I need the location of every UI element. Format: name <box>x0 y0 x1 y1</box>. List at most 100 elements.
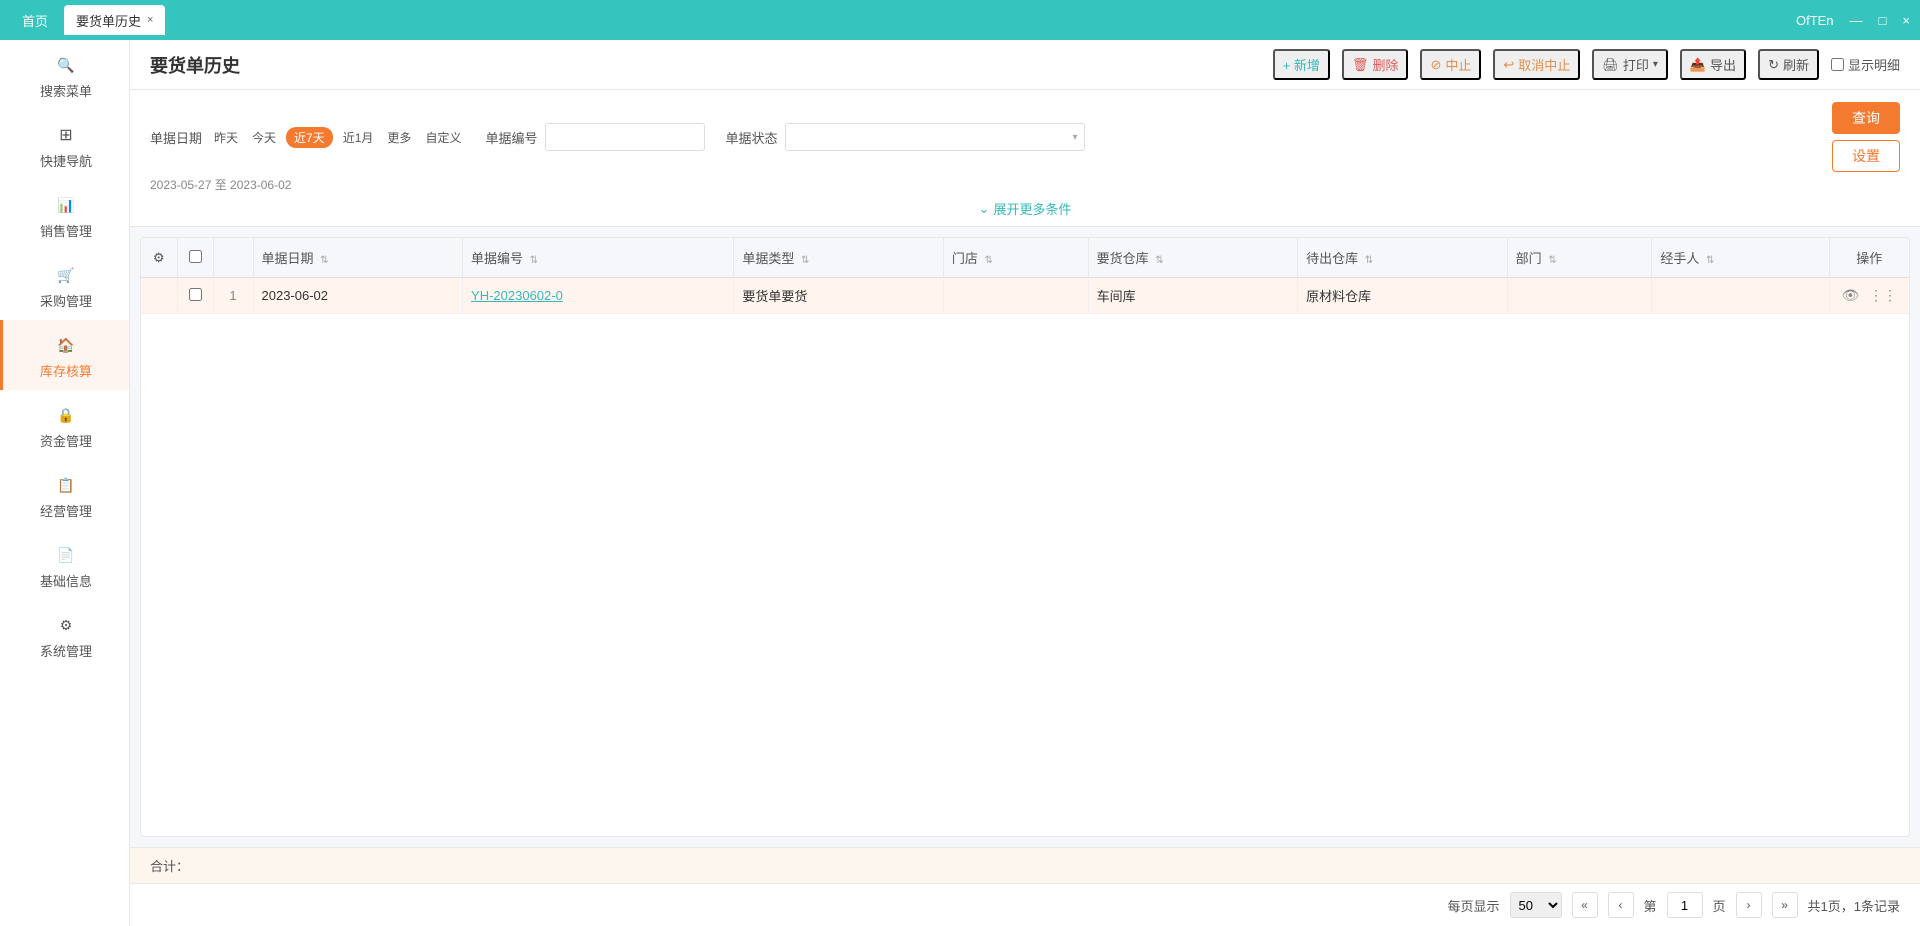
new-button[interactable]: + 新增 <box>1273 49 1330 80</box>
sort-department-icon: ⇅ <box>1548 255 1556 266</box>
shortcut-custom[interactable]: 自定义 <box>421 127 465 148</box>
top-bar: 首页 要货单历史 × OfTEn — □ × <box>0 0 1920 40</box>
stop-button[interactable]: ⊘ 中止 <box>1420 49 1481 80</box>
sort-store-icon: ⇅ <box>985 255 993 266</box>
sum-label: 合计： <box>150 856 189 875</box>
page-suffix: 页 <box>1713 896 1726 915</box>
doc-no-label: 单据编号 <box>485 128 537 147</box>
sidebar-item-basic-label: 基础信息 <box>40 571 92 590</box>
delete-button[interactable]: 🗑 删除 <box>1342 49 1409 80</box>
doc-no-filter-group: 单据编号 <box>485 123 705 151</box>
sidebar-item-system[interactable]: 系统管理 <box>0 600 129 670</box>
table-area: ⚙ 单据日期 ⇅ 单据编号 ⇅ <box>140 237 1910 837</box>
sidebar-item-search-label: 搜索菜单 <box>40 81 92 100</box>
sidebar-item-quick-nav[interactable]: 快捷导航 <box>0 110 129 180</box>
pagination-bar: 每页显示 50 10 20 100 « ‹ 第 页 › » 共1页，1条记录 <box>130 883 1920 926</box>
edit-button[interactable]: ⋮⋮ <box>1869 287 1897 303</box>
date-filter-label: 单据日期 <box>150 128 202 147</box>
window-minimize[interactable]: — <box>1850 13 1863 28</box>
td-handler <box>1652 278 1829 314</box>
tab-requisition-history[interactable]: 要货单历史 × <box>64 5 165 35</box>
filter-row: 单据日期 昨天 今天 近7天 近1月 更多 自定义 单据编号 单据状态 <box>150 102 1900 172</box>
sidebar-item-inventory-label: 库存核算 <box>40 361 92 380</box>
status-label: 单据状态 <box>725 128 777 147</box>
status-chevron-icon: ▾ <box>1072 132 1077 143</box>
th-store-label: 门店 <box>952 251 978 266</box>
doc-no-link[interactable]: YH-20230602-0 <box>471 288 563 303</box>
th-doc-no-label: 单据编号 <box>471 251 523 266</box>
td-checkbox[interactable] <box>177 278 213 314</box>
th-req-warehouse-label: 要货仓库 <box>1097 251 1149 266</box>
shortcut-yesterday[interactable]: 昨天 <box>210 127 242 148</box>
system-icon <box>55 614 77 636</box>
td-num: 1 <box>213 278 253 314</box>
sidebar-item-sales-label: 销售管理 <box>40 221 92 240</box>
th-num <box>213 238 253 278</box>
select-all-checkbox[interactable] <box>189 250 202 263</box>
shortcut-1month[interactable]: 近1月 <box>339 127 378 148</box>
show-detail-checkbox[interactable] <box>1831 58 1844 71</box>
expand-more-button[interactable]: ⌄ 展开更多条件 <box>150 199 1900 218</box>
last-page-button[interactable]: » <box>1772 892 1798 918</box>
sidebar-item-quick-nav-label: 快捷导航 <box>40 151 92 170</box>
window-close[interactable]: × <box>1902 13 1910 28</box>
th-store[interactable]: 门店 ⇅ <box>943 238 1088 278</box>
sidebar-item-purchase[interactable]: 采购管理 <box>0 250 129 320</box>
th-doc-type[interactable]: 单据类型 ⇅ <box>734 238 944 278</box>
sidebar-item-search[interactable]: 搜索菜单 <box>0 40 129 110</box>
th-doc-no[interactable]: 单据编号 ⇅ <box>463 238 734 278</box>
tab-home[interactable]: 首页 <box>10 5 60 35</box>
tab-close-icon[interactable]: × <box>147 14 153 26</box>
status-filter-group: 单据状态 ▾ <box>725 123 1085 151</box>
status-input[interactable] <box>785 123 1085 151</box>
th-department[interactable]: 部门 ⇅ <box>1507 238 1652 278</box>
per-page-select[interactable]: 50 10 20 100 <box>1510 892 1562 918</box>
page-input[interactable] <box>1667 892 1703 918</box>
th-req-warehouse[interactable]: 要货仓库 ⇅ <box>1088 238 1298 278</box>
first-page-button[interactable]: « <box>1572 892 1598 918</box>
th-date[interactable]: 单据日期 ⇅ <box>253 238 463 278</box>
sidebar-item-inventory[interactable]: 库存核算 <box>0 320 129 390</box>
td-wait-warehouse: 原材料仓库 <box>1298 278 1508 314</box>
window-maximize[interactable]: □ <box>1879 13 1887 28</box>
stop-icon: ⊘ <box>1430 57 1441 73</box>
query-button[interactable]: 查询 <box>1832 102 1900 134</box>
sort-date-icon: ⇅ <box>320 255 328 266</box>
td-doc-no[interactable]: YH-20230602-0 <box>463 278 734 314</box>
show-detail-toggle[interactable]: 显示明细 <box>1831 55 1900 74</box>
sidebar-item-operation[interactable]: 经营管理 <box>0 460 129 530</box>
next-page-button[interactable]: › <box>1736 892 1762 918</box>
settings-button[interactable]: 设置 <box>1832 140 1900 172</box>
th-checkbox[interactable] <box>177 238 213 278</box>
delete-icon: 🗑 <box>1352 57 1369 73</box>
page-title: 要货单历史 <box>150 52 240 78</box>
shortcut-today[interactable]: 今天 <box>248 127 280 148</box>
th-date-label: 单据日期 <box>262 251 314 266</box>
table-row: 1 2023-06-02 YH-20230602-0 要货单要货 车间库 原材料… <box>141 278 1909 314</box>
view-button[interactable]: 👁 <box>1842 287 1860 303</box>
shortcut-more[interactable]: 更多 <box>383 127 415 148</box>
row-checkbox[interactable] <box>189 288 202 301</box>
th-settings[interactable]: ⚙ <box>141 238 177 278</box>
cancel-stop-button[interactable]: ↩ 取消中止 <box>1493 49 1580 80</box>
export-label: 导出 <box>1710 55 1736 74</box>
sidebar-item-system-label: 系统管理 <box>40 641 92 660</box>
prev-page-button[interactable]: ‹ <box>1608 892 1634 918</box>
refresh-button[interactable]: ↻ 刷新 <box>1758 49 1819 80</box>
sort-doc-type-icon: ⇅ <box>801 255 809 266</box>
export-button[interactable]: 📤 导出 <box>1680 49 1746 80</box>
print-chevron-icon: ▾ <box>1653 59 1658 70</box>
cancel-stop-icon: ↩ <box>1503 57 1514 73</box>
th-handler[interactable]: 经手人 ⇅ <box>1652 238 1829 278</box>
data-table: ⚙ 单据日期 ⇅ 单据编号 ⇅ <box>141 238 1909 314</box>
shortcut-7days[interactable]: 近7天 <box>286 127 333 148</box>
doc-no-input[interactable] <box>545 123 705 151</box>
th-wait-warehouse[interactable]: 待出仓库 ⇅ <box>1298 238 1508 278</box>
print-button[interactable]: 🖨 打印 ▾ <box>1592 49 1668 80</box>
sidebar-item-sales[interactable]: 销售管理 <box>0 180 129 250</box>
basic-icon <box>55 544 77 566</box>
show-detail-label: 显示明细 <box>1848 55 1900 74</box>
sidebar-item-finance[interactable]: 资金管理 <box>0 390 129 460</box>
sidebar-item-basic[interactable]: 基础信息 <box>0 530 129 600</box>
top-bar-right: OfTEn — □ × <box>1796 13 1910 28</box>
